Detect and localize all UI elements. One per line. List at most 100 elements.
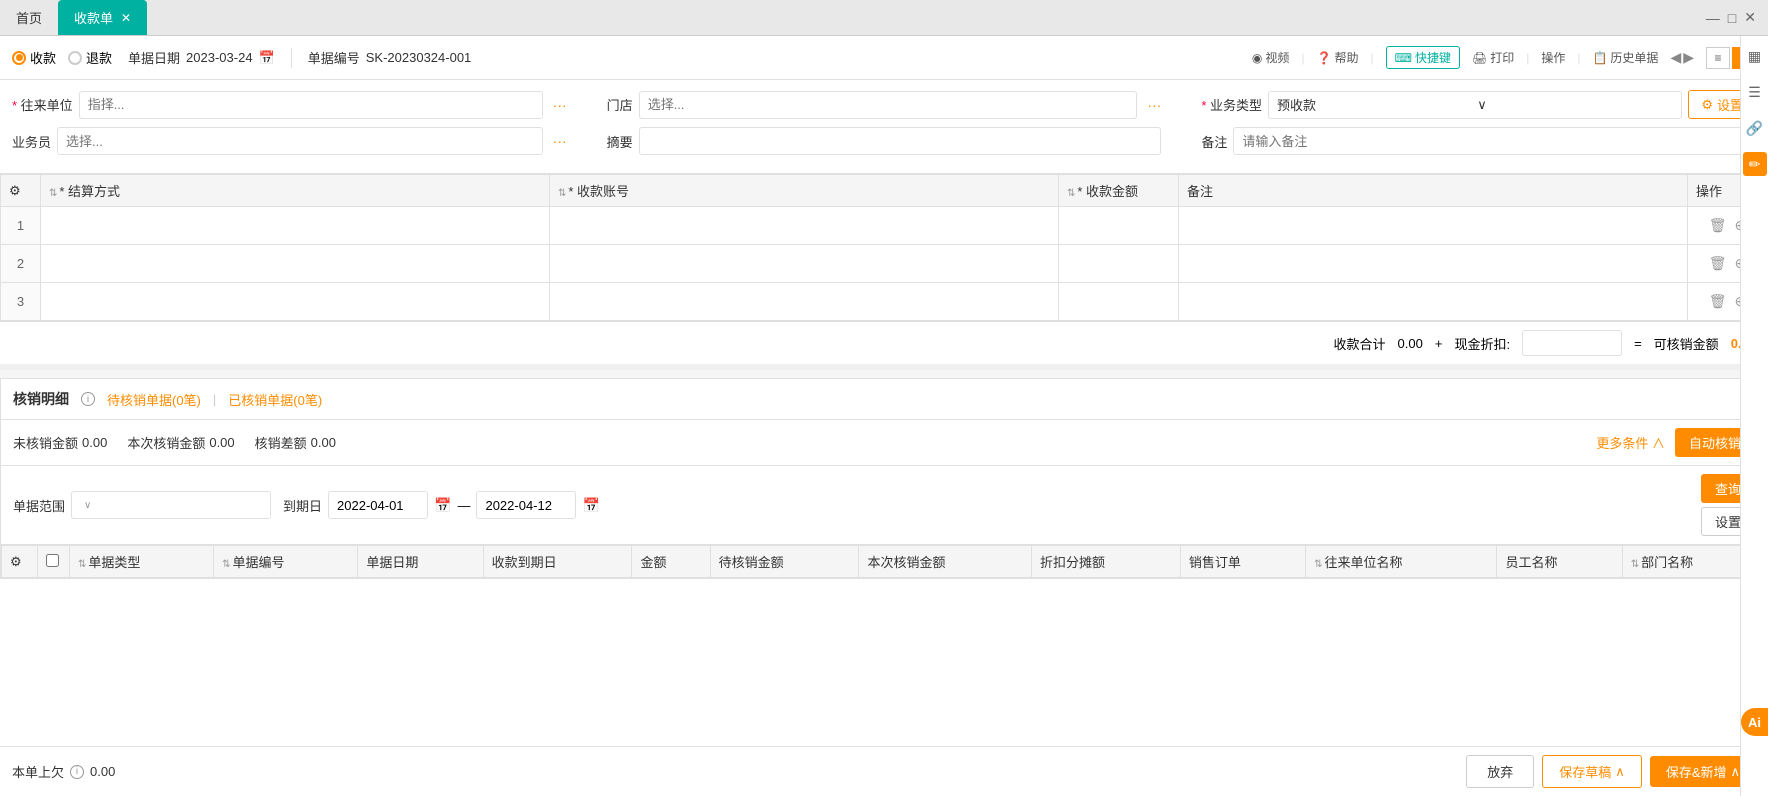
select-all-checkbox[interactable]: [46, 554, 59, 567]
delete-icon-2[interactable]: 🗑: [1709, 255, 1727, 272]
done-tab[interactable]: 已核销单据(0笔): [228, 390, 322, 409]
due-date-from-input[interactable]: [328, 491, 428, 519]
tab-receipt[interactable]: 收款单 ✕: [58, 0, 147, 35]
info-icon[interactable]: i: [81, 392, 95, 406]
video-btn[interactable]: ◉ 视频: [1252, 49, 1290, 66]
shop-input[interactable]: [639, 91, 1138, 119]
video-icon: ◉: [1252, 51, 1262, 65]
settlement-input-3[interactable]: [41, 283, 549, 320]
date-field: 单据日期 2023-03-24 📅: [128, 48, 275, 67]
radio-refund-label: 退款: [86, 48, 112, 67]
operation-btn[interactable]: 操作: [1541, 49, 1565, 66]
account-input-2[interactable]: [550, 245, 1058, 282]
close-icon[interactable]: ✕: [1744, 9, 1756, 26]
table-row: 2 🗑 ⊕: [1, 245, 1768, 283]
cal-from-icon[interactable]: 📅: [434, 497, 451, 514]
bth-bill-no: ⇅单据编号: [214, 546, 358, 578]
remark-input[interactable]: [1233, 127, 1756, 155]
cell-amount-3[interactable]: [1059, 283, 1179, 321]
amount-input-1[interactable]: [1059, 207, 1178, 244]
more-conditions-btn[interactable]: 更多条件 ∧: [1596, 433, 1665, 452]
list-view-btn[interactable]: ≡: [1706, 47, 1730, 69]
pending-label: 待核销单据(0笔): [107, 393, 201, 408]
counterpart-input[interactable]: [79, 91, 543, 119]
cell-account-1[interactable]: [550, 207, 1059, 245]
shortcut-btn[interactable]: ⌨ 快捷键: [1386, 46, 1460, 69]
cell-remark-1[interactable]: [1179, 207, 1688, 245]
minimize-icon[interactable]: —: [1706, 10, 1720, 26]
row-num-3: 3: [1, 283, 41, 321]
date-icon[interactable]: 📅: [259, 50, 275, 66]
salesperson-input[interactable]: [57, 127, 543, 155]
footer-right: 放弃 保存草稿 ∧ 保存&新增 ∧: [1466, 755, 1756, 788]
cell-amount-1[interactable]: [1059, 207, 1179, 245]
offset-table: ⚙ ⇅单据类型 ⇅单据编号 单据日期: [1, 545, 1767, 578]
diff-label: 核销差额: [255, 433, 307, 452]
nav-next-icon[interactable]: ▶: [1683, 49, 1694, 66]
cell-settlement-2[interactable]: [41, 245, 550, 283]
radio-receipt[interactable]: 收款: [12, 48, 56, 67]
salesperson-more-btn[interactable]: ···: [553, 133, 567, 149]
bth-checkbox[interactable]: [38, 546, 70, 578]
cal-to-icon[interactable]: 📅: [582, 497, 599, 514]
cell-amount-2[interactable]: [1059, 245, 1179, 283]
counterpart-more-btn[interactable]: ···: [553, 97, 567, 113]
bth-discount-label: 折扣分摊额: [1040, 555, 1105, 570]
amount-input-3[interactable]: [1059, 283, 1178, 320]
summary-input[interactable]: [639, 127, 1162, 155]
nav-prev-icon[interactable]: ◀: [1670, 49, 1681, 66]
bill-no-label: 单据编号: [308, 48, 360, 67]
bth-settings[interactable]: ⚙: [2, 546, 38, 578]
business-type-select[interactable]: 预收款 ∨: [1268, 91, 1682, 119]
cell-settlement-1[interactable]: [41, 207, 550, 245]
discount-input[interactable]: [1522, 330, 1622, 356]
diff-value: 0.00: [311, 435, 336, 450]
history-btn[interactable]: 📋 历史单据: [1592, 49, 1658, 66]
ai-btn[interactable]: Ai: [1741, 708, 1768, 736]
th-settlement-label: * 结算方式: [59, 184, 120, 199]
th-settings[interactable]: ⚙: [1, 175, 41, 207]
sidebar-link-icon[interactable]: 🔗: [1743, 116, 1767, 140]
print-btn[interactable]: 🖨 打印: [1472, 49, 1514, 66]
radio-refund[interactable]: 退款: [68, 48, 112, 67]
footer: 本单上欠 i 0.00 放弃 保存草稿 ∧ 保存&新增 ∧: [0, 746, 1768, 796]
help-icon: ❓: [1317, 51, 1332, 65]
settlement-input-1[interactable]: [41, 207, 549, 244]
th-op-label: 操作: [1696, 184, 1722, 199]
sidebar-edit-icon[interactable]: ✏: [1743, 152, 1767, 176]
keyboard-icon: ⌨: [1395, 51, 1412, 65]
account-input-1[interactable]: [550, 207, 1058, 244]
range-select[interactable]: ∨: [71, 491, 271, 519]
abandon-btn[interactable]: 放弃: [1466, 755, 1534, 788]
cell-remark-2[interactable]: [1179, 245, 1688, 283]
account-input-3[interactable]: [550, 283, 1058, 320]
cell-settlement-3[interactable]: [41, 283, 550, 321]
delete-icon-1[interactable]: 🗑: [1709, 217, 1727, 234]
cell-account-3[interactable]: [550, 283, 1059, 321]
th-account: ⇅* 收款账号: [550, 175, 1059, 207]
right-sidebar: ▦ ☰ 🔗 ✏ Ai: [1740, 36, 1768, 796]
pending-tab[interactable]: 待核销单据(0笔): [107, 390, 201, 409]
remark-input-2[interactable]: [1179, 245, 1687, 282]
this-bill-info-icon[interactable]: i: [70, 765, 84, 779]
delete-icon-3[interactable]: 🗑: [1709, 293, 1727, 310]
cell-remark-3[interactable]: [1179, 283, 1688, 321]
remark-field: 备注: [1201, 127, 1756, 155]
maximize-icon[interactable]: □: [1728, 10, 1736, 26]
settlement-input-2[interactable]: [41, 245, 549, 282]
sidebar-book-icon[interactable]: ☰: [1743, 80, 1767, 104]
business-type-value: 预收款: [1277, 95, 1473, 114]
help-btn[interactable]: ❓ 帮助: [1317, 49, 1359, 66]
tab-home[interactable]: 首页: [0, 0, 58, 35]
tab-close-icon[interactable]: ✕: [121, 11, 131, 25]
cell-account-2[interactable]: [550, 245, 1059, 283]
remark-input-3[interactable]: [1179, 283, 1687, 320]
save-draft-btn[interactable]: 保存草稿 ∧: [1542, 755, 1642, 788]
due-date-to-input[interactable]: [476, 491, 576, 519]
sidebar-table-icon[interactable]: ▦: [1743, 44, 1767, 68]
shop-more-btn[interactable]: ···: [1147, 97, 1161, 113]
print-icon: 🖨: [1472, 51, 1487, 65]
remark-input-1[interactable]: [1179, 207, 1687, 244]
amount-input-2[interactable]: [1059, 245, 1178, 282]
row-num-1: 1: [1, 207, 41, 245]
